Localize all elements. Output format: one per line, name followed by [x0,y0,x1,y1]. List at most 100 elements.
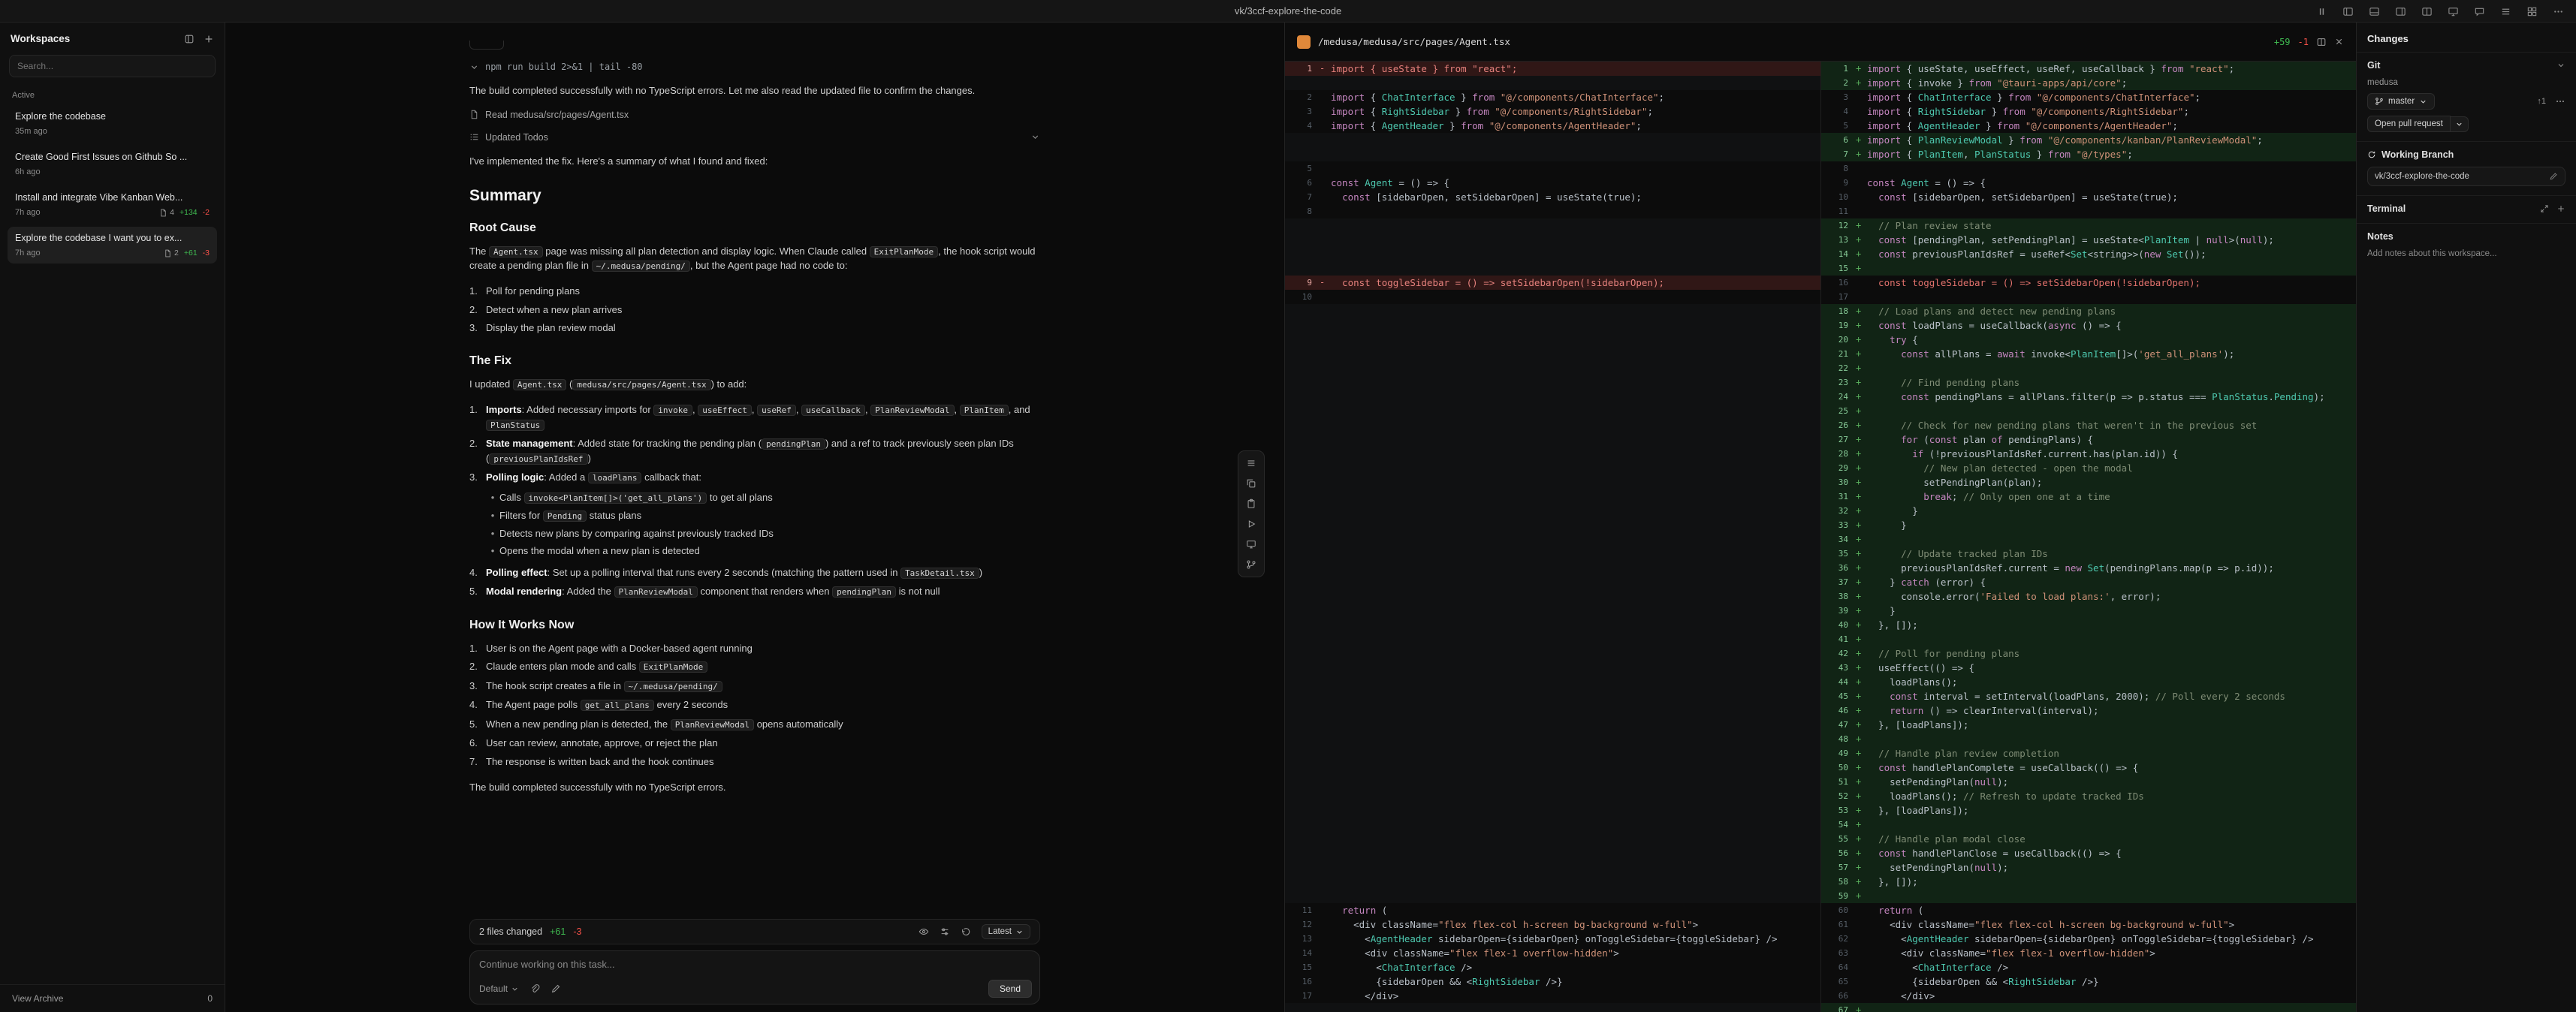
diff-row: 58+ }, []); [1285,875,2356,889]
open-pr-caret[interactable] [2451,116,2469,132]
mode-dropdown[interactable]: Default [479,983,519,994]
diff-marker [1320,532,1331,547]
diff-marker: + [1856,803,1867,818]
diff-line-number [1285,347,1320,361]
panel-left-icon[interactable] [2342,6,2354,17]
panel-right-icon[interactable] [2395,6,2406,17]
diff-right-cell: 19+ const loadPlans = useCallback(async … [1820,318,2356,333]
view-archive-button[interactable]: View Archive 0 [0,984,225,1012]
diff-line-number: 31 [1821,489,1856,504]
diff-line-number: 11 [1285,903,1320,917]
sliders-icon[interactable] [940,926,950,937]
list-icon[interactable] [2500,6,2511,17]
workspace-item[interactable]: Install and integrate Vibe Kanban Web...… [8,186,217,223]
run-icon[interactable] [1246,519,1256,529]
chevron-down-icon[interactable] [2556,61,2565,70]
diff-left-cell: 3import { RightSidebar } from "@/compone… [1285,104,1820,119]
diff-right-cell: 43+ useEffect(() => { [1820,661,2356,675]
diff-right-cell: 63 <div className="flex flex-1 overflow-… [1820,946,2356,960]
tool-call-row[interactable]: npm run build 2>&1 | tail -80 [469,62,1040,72]
chat-icon[interactable] [2474,6,2485,17]
split-columns-icon[interactable] [2421,6,2433,17]
outline-icon[interactable] [1246,458,1256,468]
files-changed-bar[interactable]: 2 files changed +61 -3 Latest [469,919,1040,944]
git-branch-icon[interactable] [1246,559,1256,570]
diff-right-cell: 27+ for (const plan of pendingPlans) { [1820,432,2356,447]
pen-icon[interactable] [550,983,561,994]
diff-line-number [1285,703,1320,718]
open-pr-button[interactable]: Open pull request [2367,116,2451,132]
diff-marker: + [1856,504,1867,518]
diff-marker: + [1856,133,1867,147]
diff-marker: + [1856,575,1867,589]
list-item: 3.Polling logic: Added a loadPlans callb… [469,468,1040,564]
diff-row: 13+ const [pendingPlan, setPendingPlan] … [1285,233,2356,247]
diff-code-line: <div className="flex flex-col h-screen b… [1867,917,2234,932]
diff-marker: + [1856,62,1867,76]
working-branch-section: Working Branch vk/3ccf-explore-the-code [2357,141,2576,195]
plus-icon[interactable] [2556,204,2565,213]
bullet-content: Opens the modal when a new plan is detec… [499,544,1040,558]
diff-line-number: 14 [1285,946,1320,960]
workspace-item[interactable]: Create Good First Issues on Github So ..… [8,146,217,182]
chat-heading: Root Cause [469,221,1040,235]
diff-marker [1320,432,1331,447]
diff-line-number [1285,518,1320,532]
diff-marker: + [1856,518,1867,532]
attach-icon[interactable] [529,983,540,994]
close-icon[interactable] [2334,37,2344,47]
edit-icon[interactable] [2549,172,2558,181]
diff-line-number: 7 [1285,190,1320,204]
grid-icon[interactable] [2526,6,2538,17]
eye-icon[interactable] [918,926,929,937]
tool-call-row[interactable]: Read medusa/src/pages/Agent.tsx [469,110,1040,120]
diff-code-line: }, [loadPlans]); [1867,718,1968,732]
panel-bottom-icon[interactable] [2369,6,2380,17]
diff-marker [1320,290,1331,304]
working-branch-input[interactable]: vk/3ccf-explore-the-code [2367,167,2565,186]
tool-call-row[interactable]: Updated Todos [469,132,1040,143]
notes-placeholder[interactable]: Add notes about this workspace... [2367,248,2565,258]
copy-icon[interactable] [1246,478,1256,489]
monitor-icon[interactable] [2448,6,2459,17]
latest-dropdown[interactable]: Latest [982,924,1030,939]
message-composer[interactable]: Continue working on this task... Default… [469,950,1040,1004]
list-content: The Agent page polls get_all_plans every… [486,698,1040,713]
preview-icon[interactable] [1246,539,1256,550]
workspace-item[interactable]: Explore the codebase I want you to ex...… [8,227,217,264]
diff-row: 48+ [1285,732,2356,746]
active-section-label: Active [12,91,213,100]
diff-line-number: 51 [1821,775,1856,789]
chevron-down-icon[interactable] [1030,132,1040,142]
diff-code-line: // New plan detected - open the modal [1867,461,2133,475]
collapse-sidebar-icon[interactable] [184,34,195,44]
pause-icon[interactable] [2316,6,2327,17]
diff-line-number: 53 [1821,803,1856,818]
diff-marker [1320,618,1331,632]
diff-line-number: 2 [1821,76,1856,90]
more-menu-button[interactable] [2555,96,2565,107]
clipboard-icon[interactable] [1246,498,1256,509]
diff-line-number: 28 [1821,447,1856,461]
expand-icon[interactable] [2540,204,2549,213]
more-icon[interactable] [2553,6,2564,17]
diff-line-number: 59 [1821,889,1856,903]
split-view-icon[interactable] [2316,37,2327,47]
sync-icon[interactable] [2367,150,2376,159]
diff-body[interactable]: 1-import { useState } from "react";1+imp… [1285,62,2356,1012]
send-button[interactable]: Send [988,980,1032,998]
diff-row: 23+ // Find pending plans [1285,375,2356,390]
diff-line-number [1285,604,1320,618]
undo-icon[interactable] [961,926,971,937]
conversation-scroll[interactable]: npm run build 2>&1 | tail -80The build c… [469,23,1040,908]
search-input[interactable] [9,55,216,77]
new-workspace-button[interactable] [204,34,214,44]
composer-placeholder[interactable]: Continue working on this task... [479,959,1030,970]
diff-left-cell [1285,661,1820,675]
branch-selector[interactable]: master [2367,93,2435,110]
diff-left-cell [1285,561,1820,575]
workspace-item[interactable]: Explore the codebase35m ago [8,105,217,142]
workspace-title: Explore the codebase [15,111,210,122]
diff-marker [1856,989,1867,1003]
floating-toolbar [1238,450,1265,577]
